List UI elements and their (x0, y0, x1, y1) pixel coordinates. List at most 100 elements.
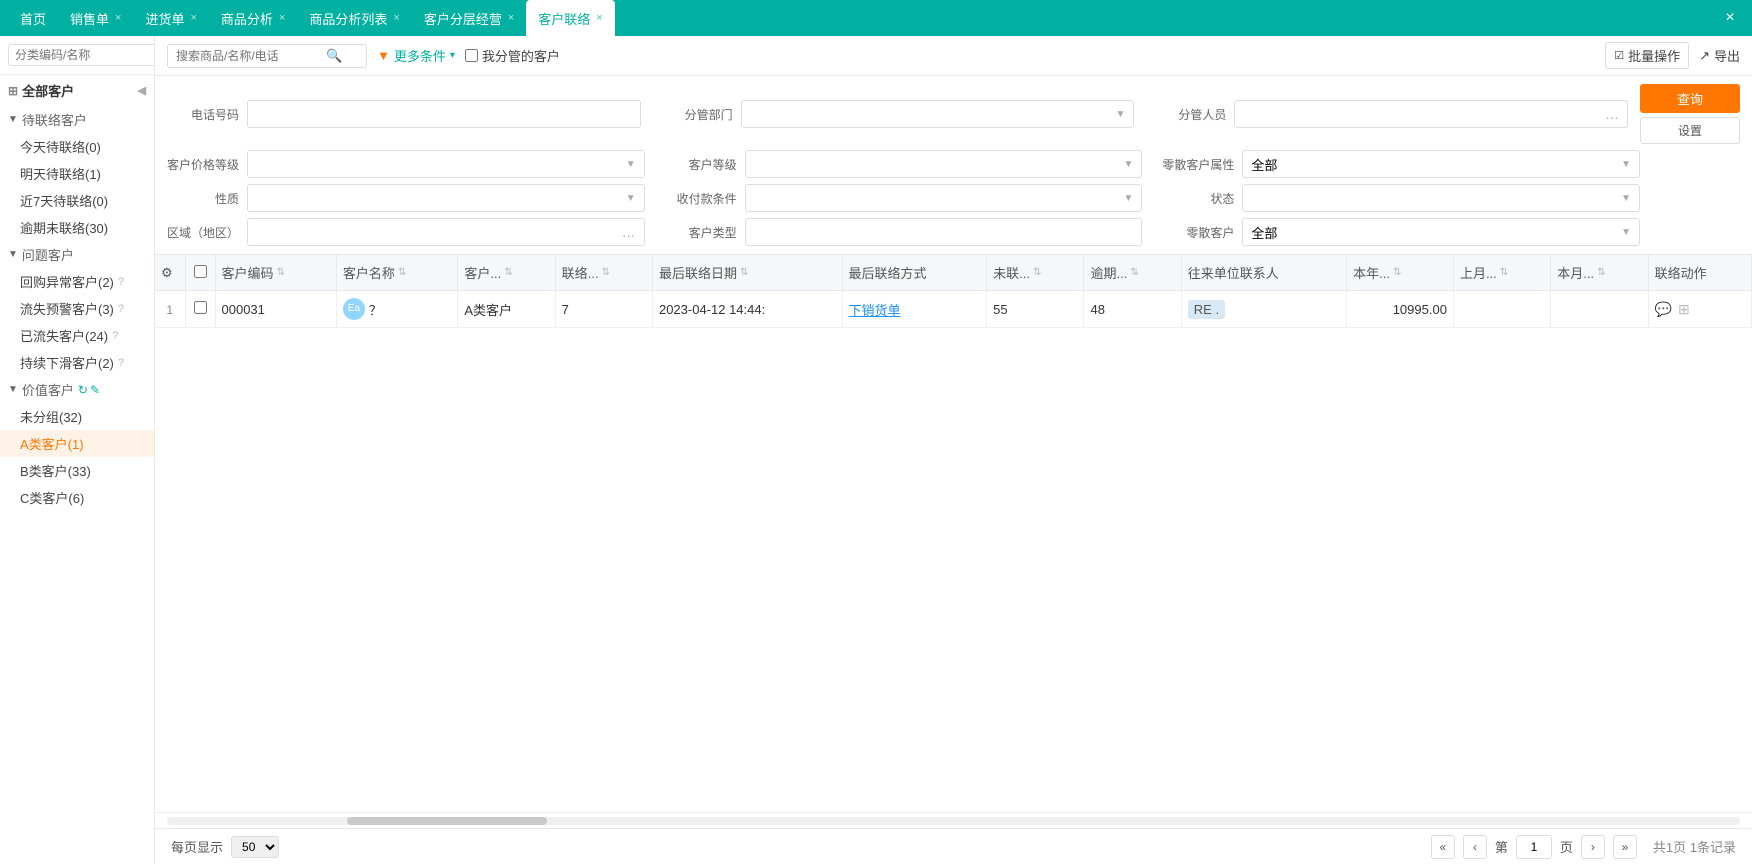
status-chevron-icon: ▼ (1621, 193, 1631, 204)
select-all-checkbox[interactable] (194, 265, 207, 278)
filter-nature-select[interactable]: ▼ (247, 184, 645, 212)
batch-op-button[interactable]: ☑ 批量操作 (1605, 42, 1689, 69)
edit-value-icon[interactable]: ✎ (90, 383, 100, 397)
row-company-contact: RE . (1181, 291, 1346, 328)
sidebar-item-repurchase-abnormal[interactable]: 回购异常客户(2) ? (0, 268, 154, 295)
filter-customer-type-input[interactable] (745, 218, 1143, 246)
sidebar-item-today-contact[interactable]: 今天待联络(0) (0, 133, 154, 160)
filter-dept-select[interactable]: ▼ (741, 100, 1135, 128)
sidebar-item-7day-contact[interactable]: 近7天待联络(0) (0, 187, 154, 214)
table-col-overdue: 逾期... ⇅ (1084, 255, 1181, 291)
last-page-button[interactable]: » (1613, 835, 1637, 859)
filter-region-select[interactable]: … (247, 218, 645, 246)
filter-person-select[interactable]: … (1234, 100, 1628, 128)
filter-retail-attr-select[interactable]: 全部 ▼ (1242, 150, 1640, 178)
filter-retail-customer-select[interactable]: 全部 ▼ (1242, 218, 1640, 246)
chat-action-icon[interactable]: 💬 (1655, 301, 1672, 318)
qr-action-icon[interactable]: ⊞ (1678, 301, 1690, 318)
filter-customer-type-field: 客户类型 (665, 218, 1143, 246)
horizontal-scrollbar-thumb[interactable] (347, 817, 547, 825)
filter-customer-tier-label: 客户等级 (665, 156, 745, 173)
sort-icon-last-date[interactable]: ⇅ (740, 267, 748, 278)
refresh-icon[interactable]: ↻ (78, 383, 88, 397)
sort-icon-this-month[interactable]: ⇅ (1597, 267, 1605, 278)
sort-icon-last-month[interactable]: ⇅ (1500, 267, 1508, 278)
sort-icon-this-year[interactable]: ⇅ (1393, 267, 1401, 278)
sidebar-item-declining[interactable]: 持续下滑客户(2) ? (0, 349, 154, 376)
filter-price-tier-select[interactable]: ▼ (247, 150, 645, 178)
filter-phone-label: 电话号码 (167, 106, 247, 123)
export-button[interactable]: ↗ 导出 (1699, 46, 1740, 65)
filter-status-select[interactable]: ▼ (1242, 184, 1640, 212)
nav-home[interactable]: 首页 (8, 0, 58, 36)
sidebar-item-overdue-contact[interactable]: 逾期未联络(30) (0, 214, 154, 241)
sidebar-group-value-customers[interactable]: ▼ 价值客户 ↻ ✎ (0, 376, 154, 403)
nav-product-analysis-list[interactable]: 商品分析列表 × (297, 0, 411, 36)
main-layout: 🔍 ⊞ 全部客户 ◀ ▼ 待联络客户 今天待联络(0) 明天待联络(1) 近7天… (0, 36, 1752, 864)
table-select-all-col[interactable] (185, 255, 215, 291)
sort-icon-type[interactable]: ⇅ (504, 267, 512, 278)
nav-sales-close[interactable]: × (115, 12, 121, 24)
prev-page-button[interactable]: ‹ (1463, 835, 1487, 859)
nav-customer-contact-close[interactable]: × (596, 12, 602, 24)
sidebar-item-churn-warning[interactable]: 流失预警客户(3) ? (0, 295, 154, 322)
horizontal-scrollbar-track[interactable] (167, 817, 1740, 825)
sort-icon-contact[interactable]: ⇅ (602, 267, 610, 278)
sidebar-item-a-class[interactable]: A类客户(1) (0, 430, 154, 457)
filter-payment-select[interactable]: ▼ (745, 184, 1143, 212)
filter-phone-input[interactable] (247, 100, 641, 128)
sidebar-item-c-class[interactable]: C类客户(6) (0, 484, 154, 511)
sidebar-item-churned[interactable]: 已流失客户(24) ? (0, 322, 154, 349)
my-customers-checkbox[interactable] (465, 49, 478, 62)
help-icon-1[interactable]: ? (118, 276, 124, 288)
row-checkbox[interactable] (194, 301, 207, 314)
help-icon-3[interactable]: ? (112, 330, 118, 342)
row-checkbox-cell[interactable] (185, 291, 215, 328)
region-dots-icon: … (622, 224, 636, 240)
sidebar-group-pending-contact[interactable]: ▼ 待联络客户 (0, 106, 154, 133)
sidebar-all-customers[interactable]: ⊞ 全部客户 ◀ (0, 75, 154, 106)
nav-product-analysis-close[interactable]: × (279, 12, 285, 24)
page-number-input[interactable] (1516, 835, 1552, 859)
filter-search-input[interactable] (176, 49, 326, 63)
more-conditions-button[interactable]: ▼ 更多条件 ▾ (377, 46, 455, 65)
filter-customer-tier-field: 客户等级 ▼ (665, 150, 1143, 178)
first-page-button[interactable]: « (1431, 835, 1455, 859)
row-contact-count: 7 (555, 291, 652, 328)
nav-product-analysis-list-close[interactable]: × (393, 12, 399, 24)
row-last-contact-type[interactable]: 下销货单 (842, 291, 987, 328)
sidebar-group-problem-customers[interactable]: ▼ 问题客户 (0, 241, 154, 268)
nav-purchase-close[interactable]: × (190, 12, 196, 24)
filter-search-icon[interactable]: 🔍 (326, 48, 342, 64)
settings-button[interactable]: 设置 (1640, 117, 1740, 144)
sidebar-item-no-group[interactable]: 未分组(32) (0, 403, 154, 430)
help-icon-4[interactable]: ? (118, 357, 124, 369)
next-page-button[interactable]: › (1581, 835, 1605, 859)
nav-sales[interactable]: 销售单 × (58, 0, 133, 36)
help-icon-2[interactable]: ? (118, 303, 124, 315)
my-customers-checkbox-label[interactable]: 我分管的客户 (465, 46, 560, 65)
sidebar-item-tomorrow-contact[interactable]: 明天待联络(1) (0, 160, 154, 187)
filter-nature-label: 性质 (167, 190, 247, 207)
sidebar-item-b-class[interactable]: B类客户(33) (0, 457, 154, 484)
sidebar-search-input[interactable] (8, 44, 155, 66)
nav-customer-tier[interactable]: 客户分层经营 × (412, 0, 526, 36)
table-col-no-contact: 未联... ⇅ (987, 255, 1084, 291)
sort-icon-overdue[interactable]: ⇅ (1130, 267, 1138, 278)
window-close-button[interactable]: × (1716, 4, 1744, 32)
table-settings-col[interactable]: ⚙ (155, 255, 185, 291)
sort-icon-code[interactable]: ⇅ (277, 267, 285, 278)
nav-customer-contact[interactable]: 客户联络 × (526, 0, 614, 36)
filter-customer-tier-select[interactable]: ▼ (745, 150, 1143, 178)
nav-product-analysis[interactable]: 商品分析 × (209, 0, 297, 36)
sidebar-search-container: 🔍 (0, 36, 154, 75)
nav-purchase[interactable]: 进货单 × (133, 0, 208, 36)
sidebar-collapse-icon: ◀ (138, 84, 146, 97)
sort-icon-no-contact[interactable]: ⇅ (1033, 267, 1041, 278)
query-button[interactable]: 查询 (1640, 84, 1740, 113)
gear-icon[interactable]: ⚙ (161, 265, 173, 280)
page-size-select[interactable]: 50 (231, 836, 279, 858)
nav-customer-tier-close[interactable]: × (508, 12, 514, 24)
sort-icon-name[interactable]: ⇅ (398, 267, 406, 278)
row-code: 000031 (215, 291, 336, 328)
